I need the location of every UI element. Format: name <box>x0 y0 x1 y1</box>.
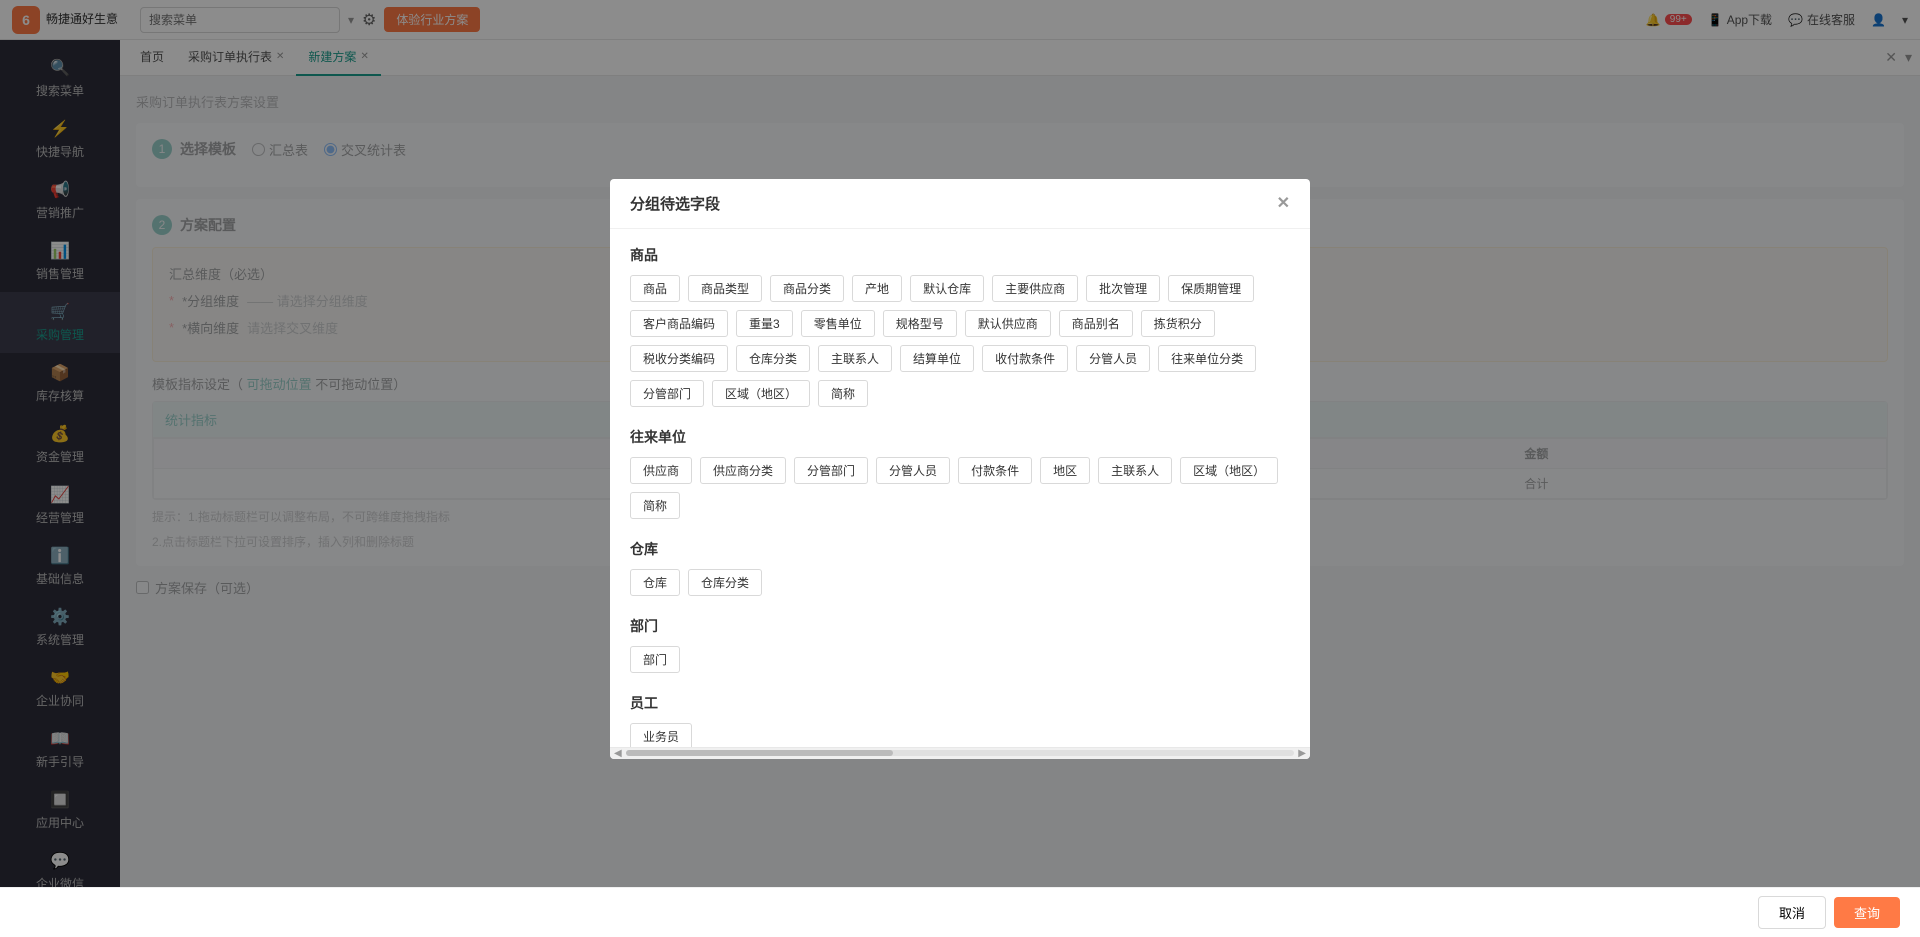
field-tag[interactable]: 默认供应商 <box>965 310 1051 337</box>
field-tag[interactable]: 分管人员 <box>1076 345 1150 372</box>
field-tag[interactable]: 批次管理 <box>1086 275 1160 302</box>
hscroll-thumb[interactable] <box>626 750 893 756</box>
confirm-button[interactable]: 查询 <box>1834 897 1900 928</box>
field-tag[interactable]: 仓库 <box>630 569 680 596</box>
field-tag[interactable]: 区域（地区） <box>712 380 810 407</box>
modal-title: 分组待选字段 <box>630 193 720 214</box>
field-tag[interactable]: 拣货积分 <box>1141 310 1215 337</box>
hscroll-track[interactable] <box>626 750 1295 756</box>
department-field-tags: 部门 <box>630 646 1290 673</box>
field-tag[interactable]: 结算单位 <box>900 345 974 372</box>
field-tag[interactable]: 保质期管理 <box>1168 275 1254 302</box>
field-tag[interactable]: 商品 <box>630 275 680 302</box>
field-tag[interactable]: 业务员 <box>630 723 692 747</box>
goods-field-tags: 商品 商品类型 商品分类 产地 默认仓库 主要供应商 批次管理 保质期管理 客户… <box>630 275 1290 407</box>
field-tag[interactable]: 零售单位 <box>801 310 875 337</box>
modal-header: 分组待选字段 ✕ <box>610 179 1310 229</box>
field-tag[interactable]: 供应商 <box>630 457 692 484</box>
partner-field-tags: 供应商 供应商分类 分管部门 分管人员 付款条件 地区 主联系人 区域（地区） … <box>630 457 1290 519</box>
section-department: 部门 部门 <box>630 616 1290 673</box>
scroll-right-arrow[interactable]: ▶ <box>1294 748 1306 759</box>
section-department-title: 部门 <box>630 616 1290 636</box>
field-tag[interactable]: 仓库分类 <box>688 569 762 596</box>
section-warehouse: 仓库 仓库 仓库分类 <box>630 539 1290 596</box>
field-tag[interactable]: 商品别名 <box>1059 310 1133 337</box>
field-tag[interactable]: 供应商分类 <box>700 457 786 484</box>
field-tag[interactable]: 分管人员 <box>876 457 950 484</box>
cancel-button[interactable]: 取消 <box>1758 896 1826 929</box>
scroll-left-arrow[interactable]: ◀ <box>614 748 626 759</box>
modal-close-button[interactable]: ✕ <box>1277 193 1290 213</box>
modal-footer: 取消 查询 <box>0 887 1920 937</box>
section-goods: 商品 商品 商品类型 商品分类 产地 默认仓库 主要供应商 批次管理 保质期管理… <box>630 245 1290 407</box>
section-partner-title: 往来单位 <box>630 427 1290 447</box>
modal-horizontal-scrollbar[interactable]: ◀ ▶ <box>610 747 1310 759</box>
field-tag[interactable]: 收付款条件 <box>982 345 1068 372</box>
field-tag[interactable]: 仓库分类 <box>736 345 810 372</box>
section-goods-title: 商品 <box>630 245 1290 265</box>
field-tag[interactable]: 简称 <box>630 492 680 519</box>
field-tag[interactable]: 分管部门 <box>630 380 704 407</box>
field-tag[interactable]: 简称 <box>818 380 868 407</box>
section-employee: 员工 业务员 <box>630 693 1290 747</box>
section-warehouse-title: 仓库 <box>630 539 1290 559</box>
field-tag[interactable]: 主要供应商 <box>992 275 1078 302</box>
modal-body: 商品 商品 商品类型 商品分类 产地 默认仓库 主要供应商 批次管理 保质期管理… <box>610 229 1310 747</box>
field-tag[interactable]: 付款条件 <box>958 457 1032 484</box>
field-tag[interactable]: 产地 <box>852 275 902 302</box>
field-tag[interactable]: 分管部门 <box>794 457 868 484</box>
field-tag[interactable]: 地区 <box>1040 457 1090 484</box>
field-tag[interactable]: 主联系人 <box>1098 457 1172 484</box>
field-tag[interactable]: 主联系人 <box>818 345 892 372</box>
field-tag[interactable]: 区域（地区） <box>1180 457 1278 484</box>
field-tag[interactable]: 商品分类 <box>770 275 844 302</box>
modal-overlay: 分组待选字段 ✕ 商品 商品 商品类型 商品分类 产地 默认仓库 主要供应商 批… <box>0 0 1920 937</box>
field-tag[interactable]: 重量3 <box>736 310 793 337</box>
field-tag[interactable]: 规格型号 <box>883 310 957 337</box>
field-tag[interactable]: 部门 <box>630 646 680 673</box>
field-tag[interactable]: 客户商品编码 <box>630 310 728 337</box>
warehouse-field-tags: 仓库 仓库分类 <box>630 569 1290 596</box>
field-tag[interactable]: 往来单位分类 <box>1158 345 1256 372</box>
field-tag[interactable]: 商品类型 <box>688 275 762 302</box>
employee-field-tags: 业务员 <box>630 723 1290 747</box>
section-employee-title: 员工 <box>630 693 1290 713</box>
section-partner: 往来单位 供应商 供应商分类 分管部门 分管人员 付款条件 地区 主联系人 区域… <box>630 427 1290 519</box>
field-tag[interactable]: 税收分类编码 <box>630 345 728 372</box>
modal-dialog: 分组待选字段 ✕ 商品 商品 商品类型 商品分类 产地 默认仓库 主要供应商 批… <box>610 179 1310 759</box>
field-tag[interactable]: 默认仓库 <box>910 275 984 302</box>
